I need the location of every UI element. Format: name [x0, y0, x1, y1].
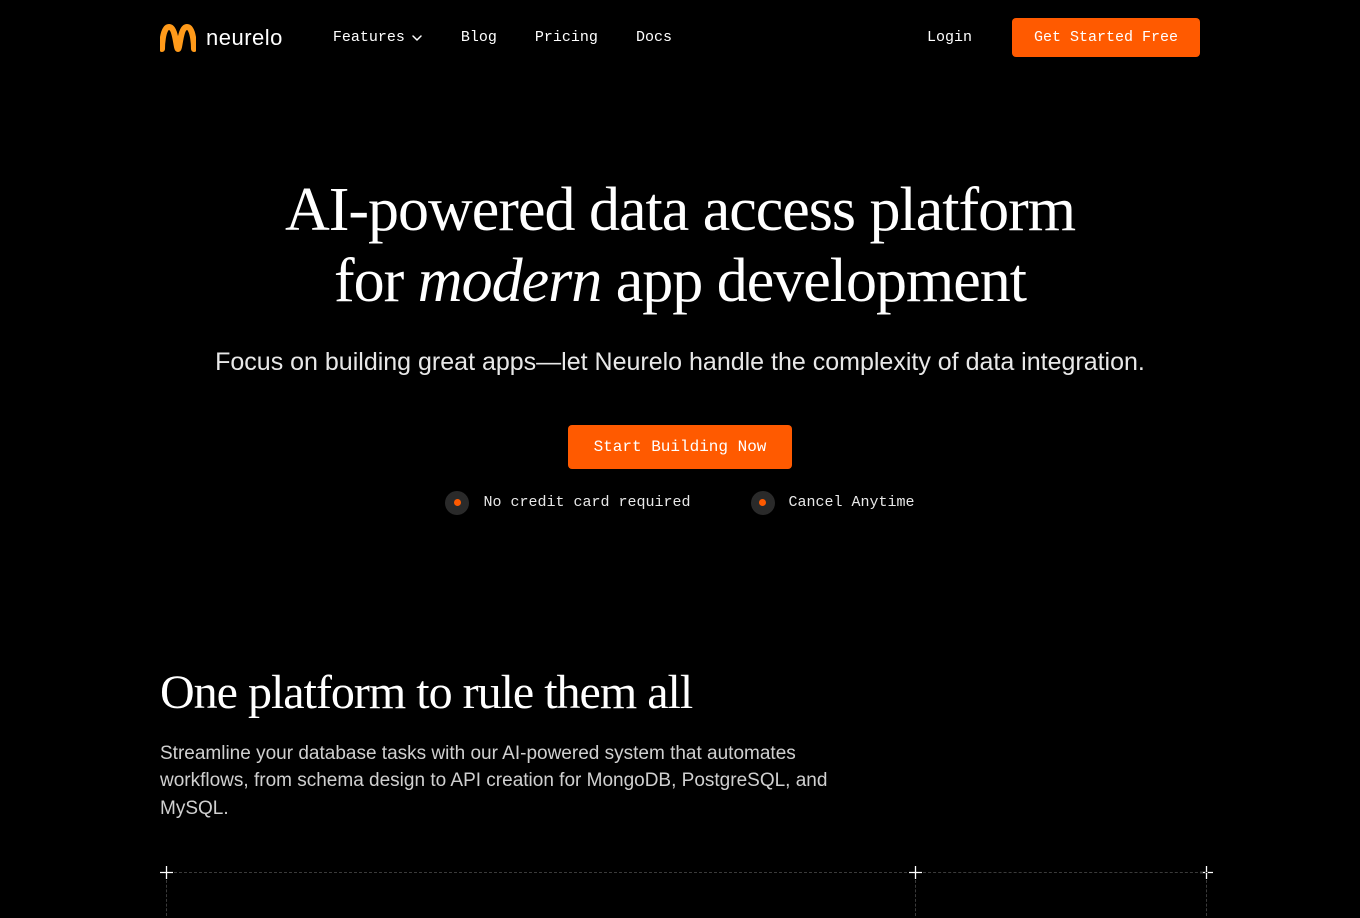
hero-title-line1: AI-powered data access platform — [285, 176, 1075, 244]
feature-grid — [160, 866, 1200, 916]
platform-section: One platform to rule them all Streamline… — [0, 515, 1360, 917]
nav-features-label: Features — [333, 29, 405, 46]
hero-bullet-text: Cancel Anytime — [789, 494, 915, 511]
plus-icon — [160, 866, 173, 879]
hero-bullet: No credit card required — [445, 491, 690, 515]
nav-pricing[interactable]: Pricing — [535, 29, 598, 46]
plus-icon — [909, 866, 922, 879]
start-building-button[interactable]: Start Building Now — [568, 425, 793, 469]
hero-title: AI-powered data access platform for mode… — [160, 175, 1200, 318]
bullet-dot-icon — [445, 491, 469, 515]
hero-title-modern: modern — [418, 247, 601, 315]
brand-name: neurelo — [206, 25, 283, 51]
nav-docs[interactable]: Docs — [636, 29, 672, 46]
nav-features[interactable]: Features — [333, 29, 423, 46]
hero-subtitle: Focus on building great apps—let Neurelo… — [160, 348, 1200, 377]
hero-title-for: for — [334, 247, 418, 315]
hero-bullet-text: No credit card required — [483, 494, 690, 511]
main-nav: Features Blog Pricing Docs — [333, 29, 672, 46]
hero-bullets: No credit card required Cancel Anytime — [160, 491, 1200, 515]
hero-title-after: app development — [601, 247, 1026, 315]
neurelo-mark-icon — [160, 23, 196, 53]
platform-title: One platform to rule them all — [160, 665, 1200, 720]
bullet-dot-icon — [751, 491, 775, 515]
get-started-button[interactable]: Get Started Free — [1012, 18, 1200, 57]
nav-blog[interactable]: Blog — [461, 29, 497, 46]
hero-bullet: Cancel Anytime — [751, 491, 915, 515]
brand-logo[interactable]: neurelo — [160, 23, 283, 53]
platform-subtitle: Streamline your database tasks with our … — [160, 740, 880, 823]
chevron-down-icon — [411, 32, 423, 44]
site-header: neurelo Features Blog Pricing Docs Login… — [0, 0, 1360, 75]
login-link[interactable]: Login — [927, 29, 972, 46]
hero-section: AI-powered data access platform for mode… — [0, 75, 1360, 515]
